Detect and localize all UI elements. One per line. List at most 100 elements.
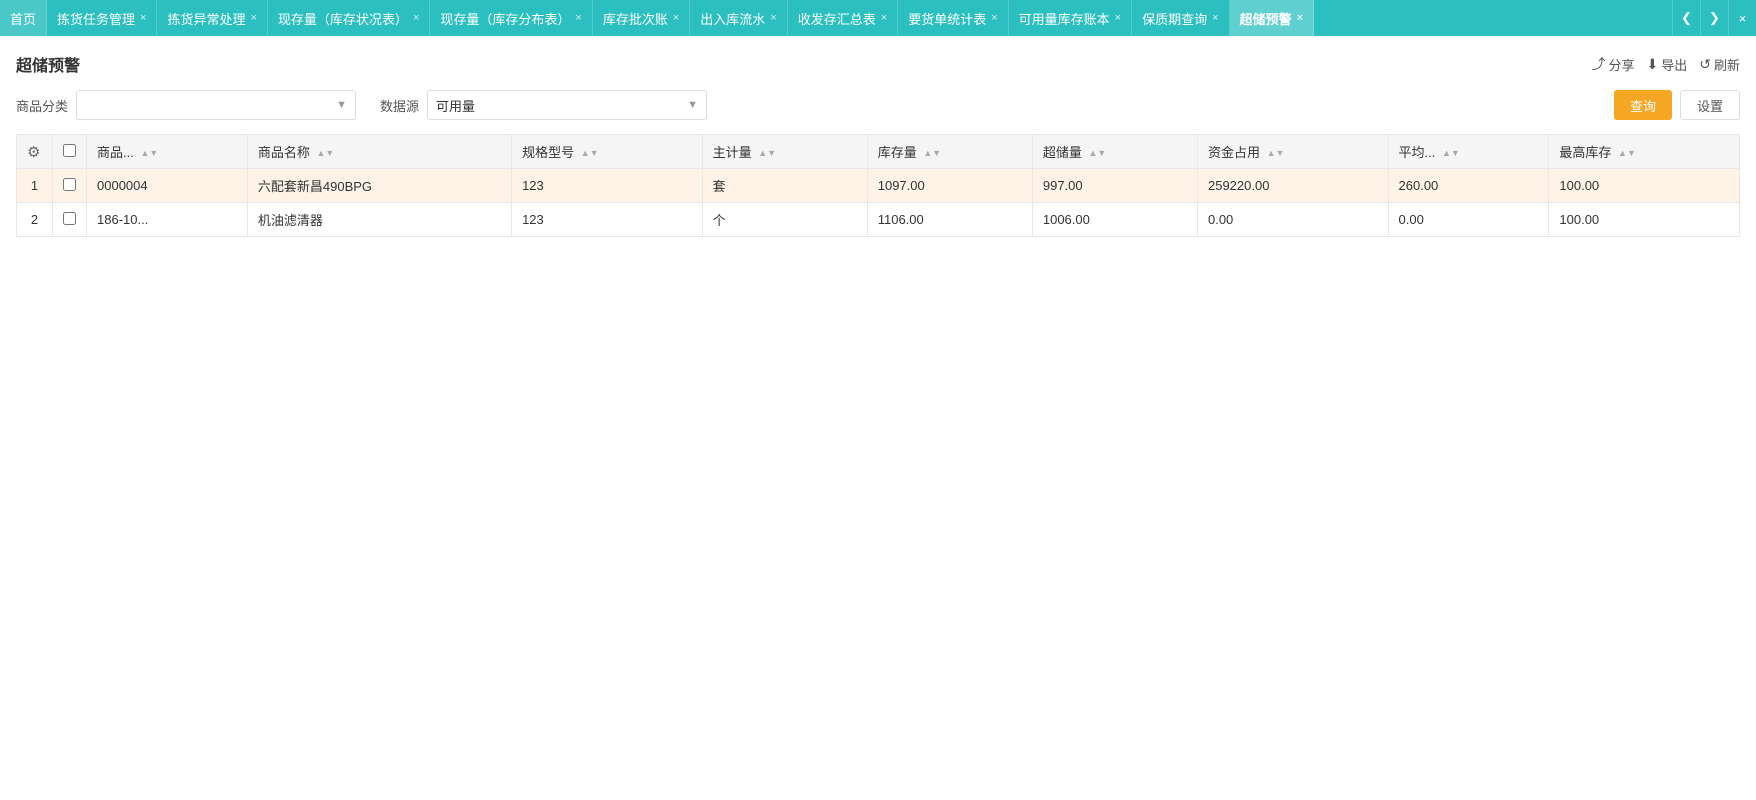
data-table: ⚙ 商品... ▲▼ 商品名称 ▲▼ 规格型号 ▲▼ 主计 [16, 134, 1740, 237]
table-body: 1 0000004 六配套新昌490BPG 123 套 1097.00 997.… [17, 169, 1740, 237]
col-header-unit[interactable]: 主计量 ▲▼ [702, 135, 867, 169]
gear-icon[interactable]: ⚙ [27, 144, 40, 161]
nav-tab-flow[interactable]: 出入库流水 × [690, 0, 787, 36]
row-overflow-2: 1006.00 [1032, 203, 1197, 237]
sort-icon-overflow[interactable]: ▲▼ [1089, 149, 1107, 158]
export-button[interactable]: ⬇ 导出 [1647, 55, 1688, 74]
filter-row: 商品分类 ▼ 数据源 可用量 ▼ 查询 设置 [16, 90, 1740, 120]
sort-icon-stock[interactable]: ▲▼ [923, 149, 941, 158]
col-header-product-code[interactable]: 商品... ▲▼ [87, 135, 248, 169]
settings-button[interactable]: 设置 [1680, 90, 1740, 120]
row-checkbox-2[interactable] [53, 203, 87, 237]
row-unit-1: 套 [702, 169, 867, 203]
nav-tab-close-quality[interactable]: × [1212, 12, 1218, 24]
header-actions: ⤴ 分享 ⬇ 导出 ↺ 刷新 [1591, 54, 1740, 74]
nav-arrow-left[interactable]: ❮ [1672, 0, 1700, 36]
datasource-select[interactable]: 可用量 ▼ [427, 90, 707, 120]
nav-tab-order[interactable]: 要货单统计表 × [898, 0, 1008, 36]
nav-tab-close-order[interactable]: × [991, 12, 997, 24]
sort-icon-spec[interactable]: ▲▼ [581, 149, 599, 158]
datasource-value: 可用量 [436, 96, 475, 115]
sort-icon-avg[interactable]: ▲▼ [1442, 149, 1460, 158]
datasource-filter: 数据源 可用量 ▼ [380, 90, 707, 120]
row-stock-2: 1106.00 [867, 203, 1032, 237]
nav-arrow-close[interactable]: × [1728, 0, 1756, 36]
row-stock-1: 1097.00 [867, 169, 1032, 203]
query-button[interactable]: 查询 [1614, 90, 1672, 120]
row-index-2: 2 [17, 203, 53, 237]
col-header-max-stock[interactable]: 最高库存 ▲▼ [1549, 135, 1740, 169]
row-overflow-1: 997.00 [1032, 169, 1197, 203]
nav-arrows: ❮ ❯ × [1672, 0, 1756, 36]
sort-icon-max-stock[interactable]: ▲▼ [1618, 149, 1636, 158]
table-row: 2 186-10... 机油滤清器 123 个 1106.00 1006.00 … [17, 203, 1740, 237]
row-product-name-1: 六配套新昌490BPG [247, 169, 511, 203]
nav-tab-stock1[interactable]: 现存量（库存状况表） × [268, 0, 430, 36]
datasource-label: 数据源 [380, 96, 419, 115]
page-content: 超储预警 ⤴ 分享 ⬇ 导出 ↺ 刷新 商品分类 ▼ 数据源 [0, 36, 1756, 253]
filter-buttons: 查询 设置 [1614, 90, 1740, 120]
nav-tab-close-stock2[interactable]: × [575, 12, 581, 24]
nav-tab-close-stock1[interactable]: × [413, 12, 419, 24]
nav-tab-task[interactable]: 拣货任务管理 × [47, 0, 157, 36]
refresh-button[interactable]: ↺ 刷新 [1699, 55, 1740, 74]
row-spec-2: 123 [512, 203, 703, 237]
sort-icon-product-code[interactable]: ▲▼ [140, 149, 158, 158]
row-product-code-2: 186-10... [87, 203, 248, 237]
page-title: 超储预警 [16, 52, 80, 76]
row-index-1: 1 [17, 169, 53, 203]
nav-tab-close-available[interactable]: × [1115, 12, 1121, 24]
row-select-1[interactable] [63, 178, 76, 191]
col-header-stock[interactable]: 库存量 ▲▼ [867, 135, 1032, 169]
row-product-name-2: 机油滤清器 [247, 203, 511, 237]
category-select[interactable]: ▼ [76, 90, 356, 120]
category-filter: 商品分类 ▼ [16, 90, 356, 120]
refresh-icon: ↺ [1699, 56, 1711, 73]
col-header-settings[interactable]: ⚙ [17, 135, 53, 169]
page-header: 超储预警 ⤴ 分享 ⬇ 导出 ↺ 刷新 [16, 52, 1740, 76]
nav-tab-close-summary[interactable]: × [881, 12, 887, 24]
nav-tab-batch[interactable]: 库存批次账 × [593, 0, 690, 36]
row-checkbox-1[interactable] [53, 169, 87, 203]
row-select-2[interactable] [63, 212, 76, 225]
col-header-spec[interactable]: 规格型号 ▲▼ [512, 135, 703, 169]
row-unit-2: 个 [702, 203, 867, 237]
sort-icon-capital[interactable]: ▲▼ [1267, 149, 1285, 158]
nav-tab-quality[interactable]: 保质期查询 × [1132, 0, 1229, 36]
row-max-stock-1: 100.00 [1549, 169, 1740, 203]
top-navigation: 首页 拣货任务管理 × 拣货异常处理 × 现存量（库存状况表） × 现存量（库存… [0, 0, 1756, 36]
sort-icon-unit[interactable]: ▲▼ [758, 149, 776, 158]
row-max-stock-2: 100.00 [1549, 203, 1740, 237]
col-header-avg[interactable]: 平均... ▲▼ [1388, 135, 1549, 169]
nav-tab-available[interactable]: 可用量库存账本 × [1009, 0, 1132, 36]
nav-tab-summary[interactable]: 收发存汇总表 × [788, 0, 898, 36]
nav-tab-close-exception[interactable]: × [250, 12, 256, 24]
nav-tab-close-overflow[interactable]: × [1297, 12, 1303, 24]
chevron-down-icon: ▼ [336, 99, 347, 111]
row-capital-2: 0.00 [1197, 203, 1388, 237]
select-all-checkbox[interactable] [63, 144, 76, 157]
row-avg-1: 260.00 [1388, 169, 1549, 203]
row-product-code-1: 0000004 [87, 169, 248, 203]
nav-tab-home[interactable]: 首页 [0, 0, 47, 36]
nav-tab-close-batch[interactable]: × [673, 12, 679, 24]
row-avg-2: 0.00 [1388, 203, 1549, 237]
col-header-checkbox[interactable] [53, 135, 87, 169]
chevron-down-icon2: ▼ [687, 99, 698, 111]
nav-arrow-right[interactable]: ❯ [1700, 0, 1728, 36]
nav-tab-overflow[interactable]: 超储预警 × [1230, 0, 1314, 36]
nav-tab-exception[interactable]: 拣货异常处理 × [157, 0, 267, 36]
category-label: 商品分类 [16, 96, 68, 115]
row-capital-1: 259220.00 [1197, 169, 1388, 203]
col-header-product-name[interactable]: 商品名称 ▲▼ [247, 135, 511, 169]
export-icon: ⬇ [1647, 56, 1659, 73]
nav-tab-stock2[interactable]: 现存量（库存分布表） × [430, 0, 592, 36]
col-header-capital[interactable]: 资金占用 ▲▼ [1197, 135, 1388, 169]
sort-icon-product-name[interactable]: ▲▼ [317, 149, 335, 158]
nav-tab-close-task[interactable]: × [140, 12, 146, 24]
row-spec-1: 123 [512, 169, 703, 203]
nav-tab-close-flow[interactable]: × [770, 12, 776, 24]
share-icon: ⤴ [1591, 54, 1605, 74]
share-button[interactable]: ⤴ 分享 [1591, 54, 1634, 74]
col-header-overflow[interactable]: 超储量 ▲▼ [1032, 135, 1197, 169]
